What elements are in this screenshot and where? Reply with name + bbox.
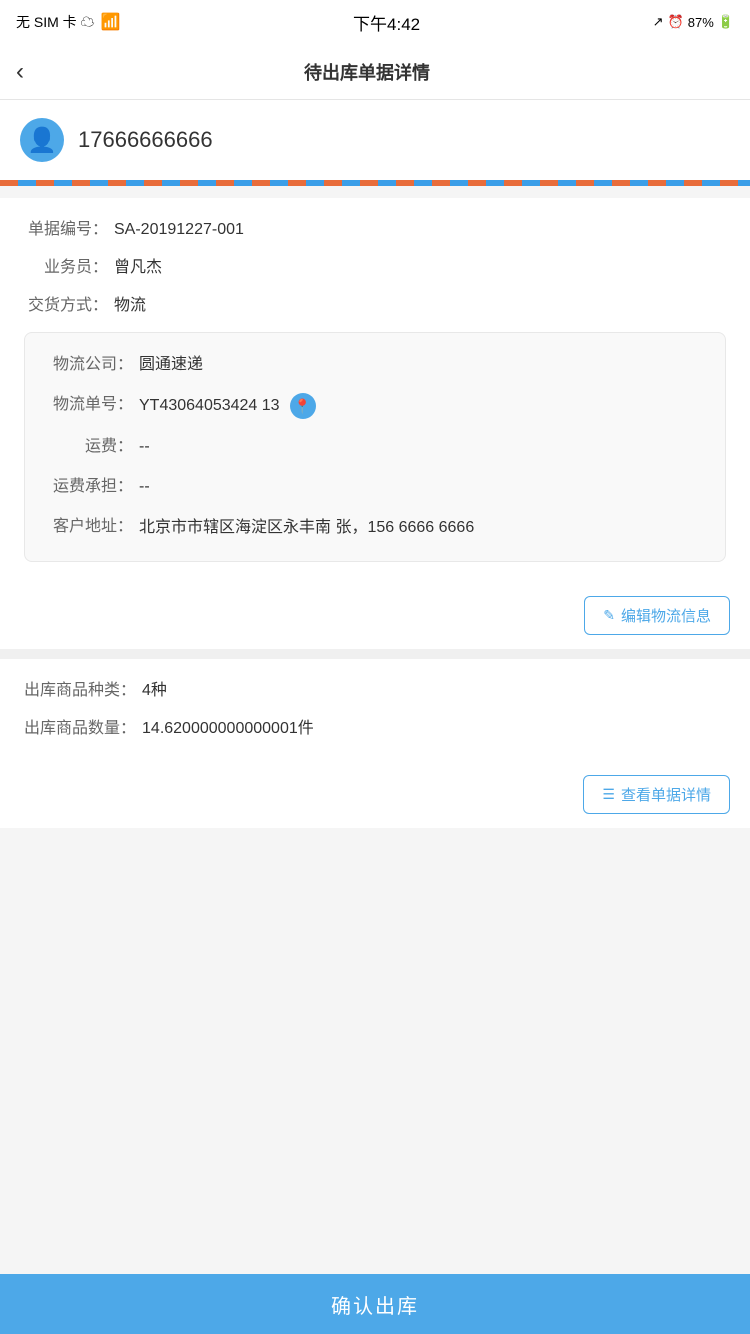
nav-bar: ‹ 待出库单据详情 [0, 44, 750, 100]
edit-logistics-btn-row: ✎ 编辑物流信息 [0, 582, 750, 649]
order-info-section: 单据编号： SA-20191227-001 业务员： 曾凡杰 交货方式： 物流 … [0, 198, 750, 582]
section-separator-2 [0, 828, 750, 1008]
back-button[interactable]: ‹ [16, 58, 24, 86]
customer-address-label: 客户地址： [49, 515, 139, 539]
status-bar-time: 下午4:42 [353, 10, 420, 35]
delivery-method-row: 交货方式： 物流 [24, 294, 726, 318]
dashed-divider [0, 180, 750, 186]
tracking-no-label: 物流单号： [49, 393, 139, 417]
edit-logistics-label: 编辑物流信息 [621, 605, 711, 626]
goods-types-row: 出库商品种类： 4种 [24, 679, 726, 703]
edit-logistics-button[interactable]: ✎ 编辑物流信息 [584, 596, 730, 635]
order-no-value: SA-20191227-001 [114, 218, 726, 242]
freight-bearer-label: 运费承担： [49, 475, 139, 499]
tracking-no-row: 物流单号： YT43064053424 13 📍 [49, 393, 701, 419]
sim-status: 无 SIM 卡 ☁ [16, 12, 95, 32]
tracking-no-value: YT43064053424 13 [139, 394, 280, 418]
delivery-method-label: 交货方式： [24, 294, 114, 318]
status-bar-left: 无 SIM 卡 ☁ 📶 [16, 12, 120, 32]
freight-row: 运费： -- [49, 435, 701, 459]
logistics-company-row: 物流公司： 圆通速递 [49, 353, 701, 377]
goods-quantity-label: 出库商品数量： [24, 717, 142, 741]
view-detail-label: 查看单据详情 [621, 784, 711, 805]
tracking-location-button[interactable]: 📍 [290, 393, 316, 419]
goods-quantity-row: 出库商品数量： 14.620000000000001件 [24, 717, 726, 741]
view-detail-btn-row: ☰ 查看单据详情 [0, 761, 750, 828]
sales-rep-label: 业务员： [24, 256, 114, 280]
battery-icon: 🔋 [718, 14, 734, 30]
order-no-label: 单据编号： [24, 218, 114, 242]
logistics-company-value: 圆通速递 [139, 353, 701, 377]
customer-phone: 17666666666 [78, 127, 213, 153]
customer-header: 👤 17666666666 [0, 100, 750, 180]
tracking-row: YT43064053424 13 📍 [139, 393, 316, 419]
freight-value: -- [139, 435, 701, 459]
customer-address-row: 客户地址： 北京市市辖区海淀区永丰南 张，156 6666 6666 [49, 515, 701, 541]
goods-quantity-value: 14.620000000000001件 [142, 717, 726, 741]
user-icon: 👤 [27, 126, 57, 155]
logistics-card: 物流公司： 圆通速递 物流单号： YT43064053424 13 📍 运费： … [24, 332, 726, 562]
sales-rep-row: 业务员： 曾凡杰 [24, 256, 726, 280]
edit-icon: ✎ [603, 607, 615, 624]
section-separator-1 [0, 649, 750, 659]
goods-types-value: 4种 [142, 679, 726, 703]
delivery-method-value: 物流 [114, 294, 726, 318]
location-status-icon: ↗ [653, 14, 664, 30]
logistics-company-label: 物流公司： [49, 353, 139, 377]
status-bar: 无 SIM 卡 ☁ 📶 下午4:42 ↗ ⏰ 87% 🔋 [0, 0, 750, 44]
sales-rep-value: 曾凡杰 [114, 256, 726, 280]
freight-bearer-row: 运费承担： -- [49, 475, 701, 499]
wifi-icon: 📶 [101, 12, 121, 32]
freight-bearer-value: -- [139, 475, 701, 499]
goods-types-label: 出库商品种类： [24, 679, 142, 703]
freight-label: 运费： [49, 435, 139, 459]
list-icon: ☰ [602, 786, 615, 803]
alarm-icon: ⏰ [668, 14, 684, 30]
map-pin-icon: 📍 [294, 396, 311, 417]
confirm-outbound-button[interactable]: 确认出库 [0, 1274, 750, 1334]
page-title: 待出库单据详情 [36, 59, 698, 85]
avatar: 👤 [20, 118, 64, 162]
order-no-row: 单据编号： SA-20191227-001 [24, 218, 726, 242]
goods-section: 出库商品种类： 4种 出库商品数量： 14.620000000000001件 [0, 659, 750, 761]
battery-level: 87% [688, 15, 714, 30]
status-bar-right: ↗ ⏰ 87% 🔋 [653, 14, 734, 30]
view-detail-button[interactable]: ☰ 查看单据详情 [583, 775, 730, 814]
bottom-area: 确认出库 [0, 1274, 750, 1334]
customer-address-value: 北京市市辖区海淀区永丰南 张，156 6666 6666 [139, 515, 701, 541]
